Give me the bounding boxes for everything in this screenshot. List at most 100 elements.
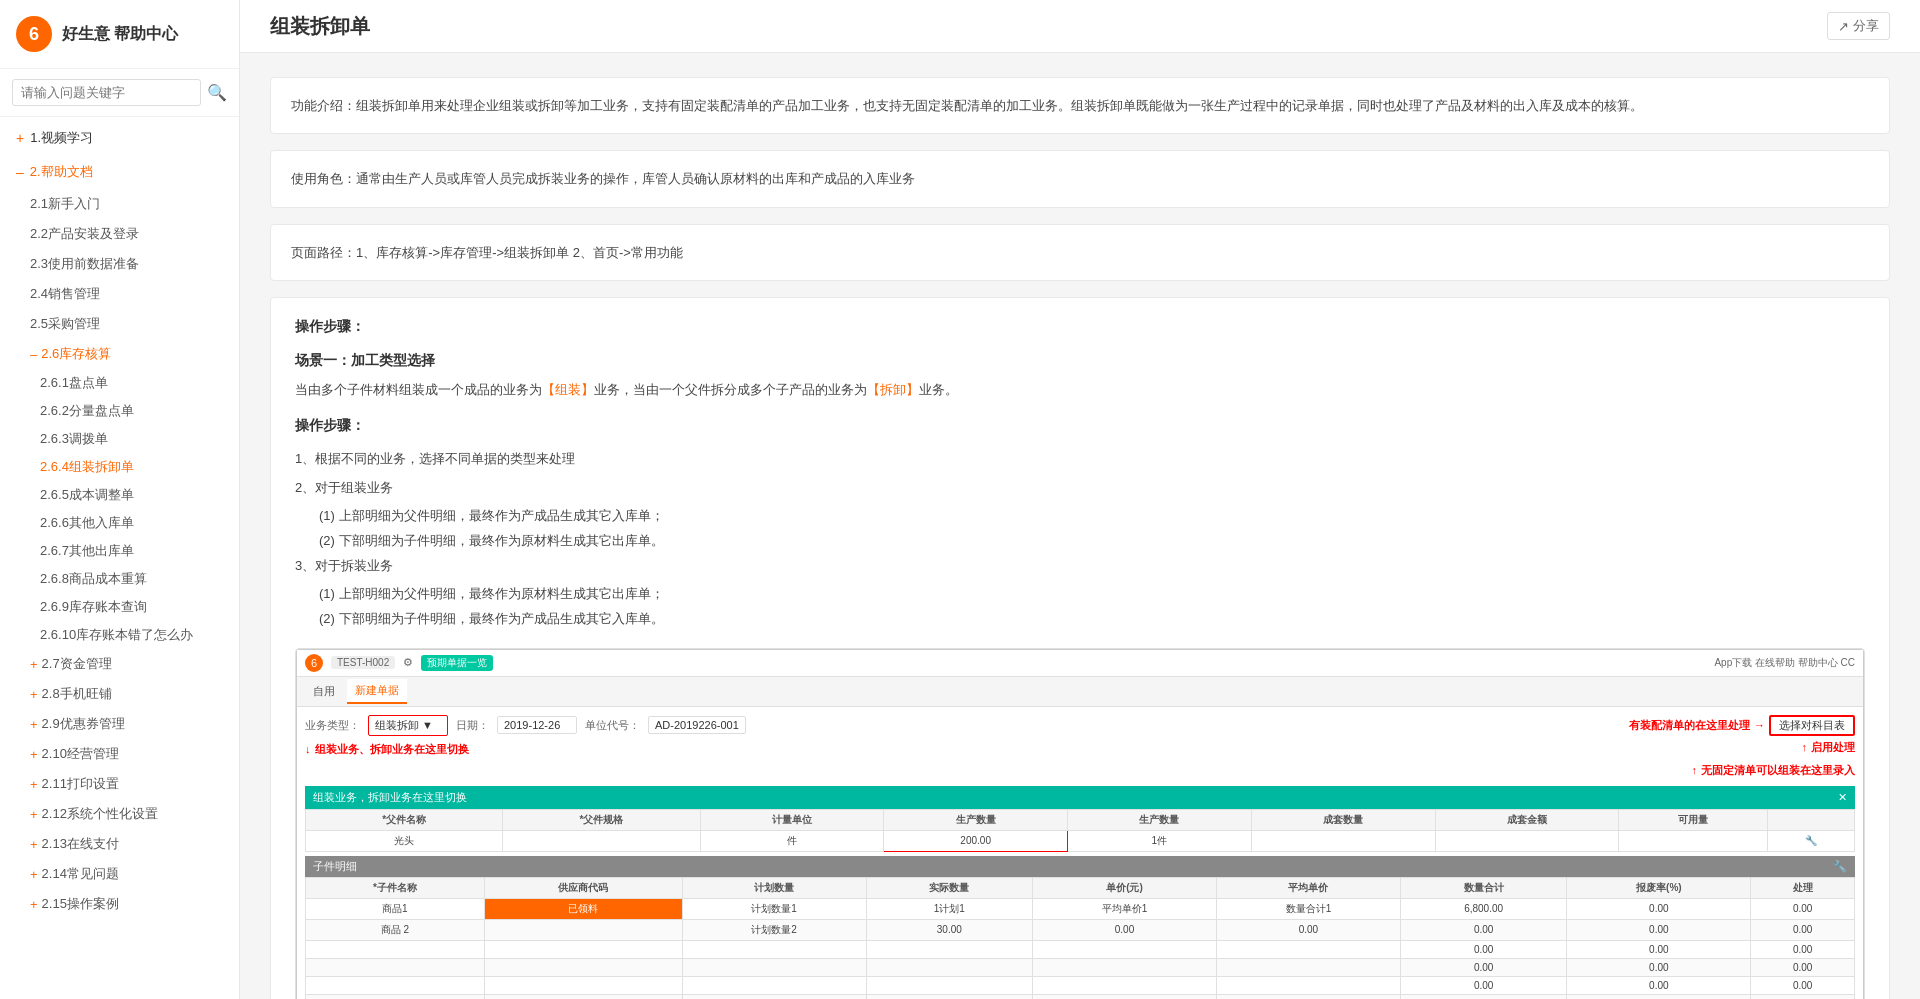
plus-icon: + [30,747,38,762]
page-title: 组装拆卸单 [270,13,370,40]
sidebar-item-coupon[interactable]: + 2.9优惠券管理 [0,709,239,739]
sidebar-item-finance[interactable]: + 2.7资金管理 [0,649,239,679]
scene1-title: 场景一：加工类型选择 [295,352,1865,370]
sidebar-item-install[interactable]: 2.2产品安装及登录 [0,219,239,249]
plus-icon: + [30,897,38,912]
sidebar-item-prepare[interactable]: 2.3使用前数据准备 [0,249,239,279]
sidebar-item-cost-recalc[interactable]: 2.6.8商品成本重算 [0,565,239,593]
search-button[interactable]: 🔍 [207,83,227,102]
sidebar-item-print[interactable]: + 2.11打印设置 [0,769,239,799]
sidebar-item-sales[interactable]: 2.4销售管理 [0,279,239,309]
table-row: 光头 件 200.00 1件 🔧 [306,830,1855,851]
screenshot-child-table: *子件名称 供应商代码 计划数量 实际数量 单价(元) 平均单价 数量合计 报废… [305,877,1855,999]
screenshot-tab-new: 新建单据 [347,679,407,704]
step-3-2: (2) 下部明细为子件明细，最终作为产成品生成其它入库单。 [295,607,1865,632]
step-3-1: (1) 上部明细为父件明细，最终作为原材料生成其它出库单； [295,582,1865,607]
sidebar-item-cost-adjust[interactable]: 2.6.5成本调整单 [0,481,239,509]
sidebar-header: 6 好生意 帮助中心 [0,0,239,69]
plus-icon: + [30,717,38,732]
step-2-1: (1) 上部明细为父件明细，最终作为产成品生成其它入库单； [295,504,1865,529]
table-row: 0.000.000.00 [306,958,1855,976]
search-box: 🔍 [0,69,239,117]
sidebar-item-inventory[interactable]: – 2.6库存核算 [0,339,239,369]
sidebar: 6 好生意 帮助中心 🔍 + 1.视频学习 – 2.帮助文档 2.1新手入门 2… [0,0,240,999]
step-2: 2、对于组装业务 [295,476,1865,501]
screenshot-navbar: 自用 新建单据 [297,677,1863,707]
sidebar-item-partial-stocktake[interactable]: 2.6.2分量盘点单 [0,397,239,425]
info-block-intro: 功能介绍：组装拆卸单用来处理企业组装或拆卸等加工业务，支持有固定装配清单的产品加… [270,77,1890,134]
main-area: 组装拆卸单 ↗ 分享 功能介绍：组装拆卸单用来处理企业组装或拆卸等加工业务，支持… [240,0,1920,999]
app-title: 好生意 帮助中心 [62,24,178,45]
sidebar-item-cases[interactable]: + 2.15操作案例 [0,889,239,919]
table-row: 0.000.000.00 [306,940,1855,958]
screenshot-bom-button: 选择对科目表 [1769,715,1855,736]
share-label: 分享 [1853,17,1879,35]
steps-title: 操作步骤： [295,417,1865,435]
screenshot-container: 6 TEST-H002 ⚙ 预期单据一览 App下载 在线帮助 帮助中心 CC … [295,648,1865,999]
share-icon: ↗ [1838,19,1849,34]
sidebar-item-video[interactable]: + 1.视频学习 [0,121,239,155]
logo-icon: 6 [16,16,52,52]
share-button[interactable]: ↗ 分享 [1827,12,1890,40]
screenshot-annotation-nofixed: ↑ 无固定清单可以组装在这里录入 [1692,763,1856,778]
sidebar-item-operations[interactable]: + 2.10经营管理 [0,739,239,769]
screenshot-date-input: 2019-12-26 [497,716,577,734]
screenshot-top-icons: App下载 在线帮助 帮助中心 CC [1714,656,1855,670]
sidebar-item-newbie[interactable]: 2.1新手入门 [0,189,239,219]
screenshot-annotation-bom: 有装配清单的在这里处理 → 选择对科目表 [1629,715,1855,736]
screenshot-id-input: AD-2019226-001 [648,716,746,734]
screenshot-topbar: 6 TEST-H002 ⚙ 预期单据一览 App下载 在线帮助 帮助中心 CC [297,650,1863,677]
screenshot-type-input: 组装拆卸 ▼ [368,715,448,736]
screenshot-parent-table: *父件名称 *父件规格 计量单位 生产数量 生产数量 成套数量 成套金额 可用量 [305,809,1855,852]
expand-icon: + [16,130,24,146]
content-area: 功能介绍：组装拆卸单用来处理企业组装或拆卸等加工业务，支持有固定装配清单的产品加… [240,53,1920,999]
screenshot-annotation-type: ↓ 组装业务、拆卸业务在这里切换 [305,742,1619,757]
plus-icon: + [30,807,38,822]
sidebar-item-purchase[interactable]: 2.5采购管理 [0,309,239,339]
info-text-role: 使用角色：通常由生产人员或库管人员完成拆装业务的操作，库管人员确认原材料的出库和… [291,171,915,186]
sidebar-item-other-out[interactable]: 2.6.7其他出库单 [0,537,239,565]
sidebar-item-docs[interactable]: – 2.帮助文档 [0,155,239,189]
plus-icon: + [30,657,38,672]
step-1: 1、根据不同的业务，选择不同单据的类型来处理 [295,447,1865,472]
sidebar-item-online-pay[interactable]: + 2.13在线支付 [0,829,239,859]
step-3: 3、对于拆装业务 [295,554,1865,579]
table-row: 商品 2 计划数量2 30.00 0.00 0.00 0.00 0.00 0.0… [306,919,1855,940]
sidebar-item-ledger-query[interactable]: 2.6.9库存账本查询 [0,593,239,621]
plus-icon: + [30,867,38,882]
screenshot-content: 业务类型： 组装拆卸 ▼ 日期： 2019-12-26 单位代号： AD-201… [297,707,1863,999]
table-row: 0.000.000.00 [306,976,1855,994]
operation-section: 操作步骤： 场景一：加工类型选择 当由多个子件材料组装成一个成品的业务为【组装】… [270,297,1890,999]
sidebar-item-mobile[interactable]: + 2.8手机旺铺 [0,679,239,709]
screenshot-tab-home: 自用 [305,680,343,703]
sidebar-item-custom[interactable]: + 2.12系统个性化设置 [0,799,239,829]
nav-section: + 1.视频学习 – 2.帮助文档 2.1新手入门 2.2产品安装及登录 2.3… [0,117,239,923]
sidebar-item-other-in[interactable]: 2.6.6其他入库单 [0,509,239,537]
plus-icon: + [30,777,38,792]
plus-icon: + [30,837,38,852]
plus-icon: + [30,687,38,702]
collapse-icon: – [16,164,24,180]
sidebar-item-label: 2.帮助文档 [30,163,93,181]
info-text-path: 页面路径：1、库存核算->库存管理->组装拆卸单 2、首页->常用功能 [291,245,683,260]
sidebar-item-transfer[interactable]: 2.6.3调拨单 [0,425,239,453]
sidebar-item-ledger-error[interactable]: 2.6.10库存账本错了怎么办 [0,621,239,649]
screenshot-newdoc-btn: 预期单据一览 [421,655,493,671]
screenshot-child-header: 子件明细 🔧 [305,856,1855,877]
step-2-2: (2) 下部明细为子件明细，最终作为原材料生成其它出库单。 [295,529,1865,554]
screenshot-parent-header: 组装业务，拆卸业务在这里切换 ✕ [305,786,1855,809]
topbar: 组装拆卸单 ↗ 分享 [240,0,1920,53]
scene1-desc: 当由多个子件材料组装成一个成品的业务为【组装】业务，当由一个父件拆分成多个子产品… [295,378,1865,403]
mock-screenshot: 6 TEST-H002 ⚙ 预期单据一览 App下载 在线帮助 帮助中心 CC … [296,649,1864,999]
table-row [306,994,1855,999]
sidebar-item-label: 1.视频学习 [30,129,93,147]
sidebar-item-faq[interactable]: + 2.14常见问题 [0,859,239,889]
screenshot-logo: 6 [305,654,323,672]
minus-icon: – [30,347,37,362]
screenshot-test-badge: TEST-H002 [331,656,395,669]
info-text-intro: 功能介绍：组装拆卸单用来处理企业组装或拆卸等加工业务，支持有固定装配清单的产品加… [291,98,1643,113]
search-input[interactable] [12,79,201,106]
screenshot-annotation-enable: ↑ 启用处理 [1802,740,1856,755]
sidebar-item-stocktake[interactable]: 2.6.1盘点单 [0,369,239,397]
sidebar-item-assembly[interactable]: 2.6.4组装拆卸单 [0,453,239,481]
